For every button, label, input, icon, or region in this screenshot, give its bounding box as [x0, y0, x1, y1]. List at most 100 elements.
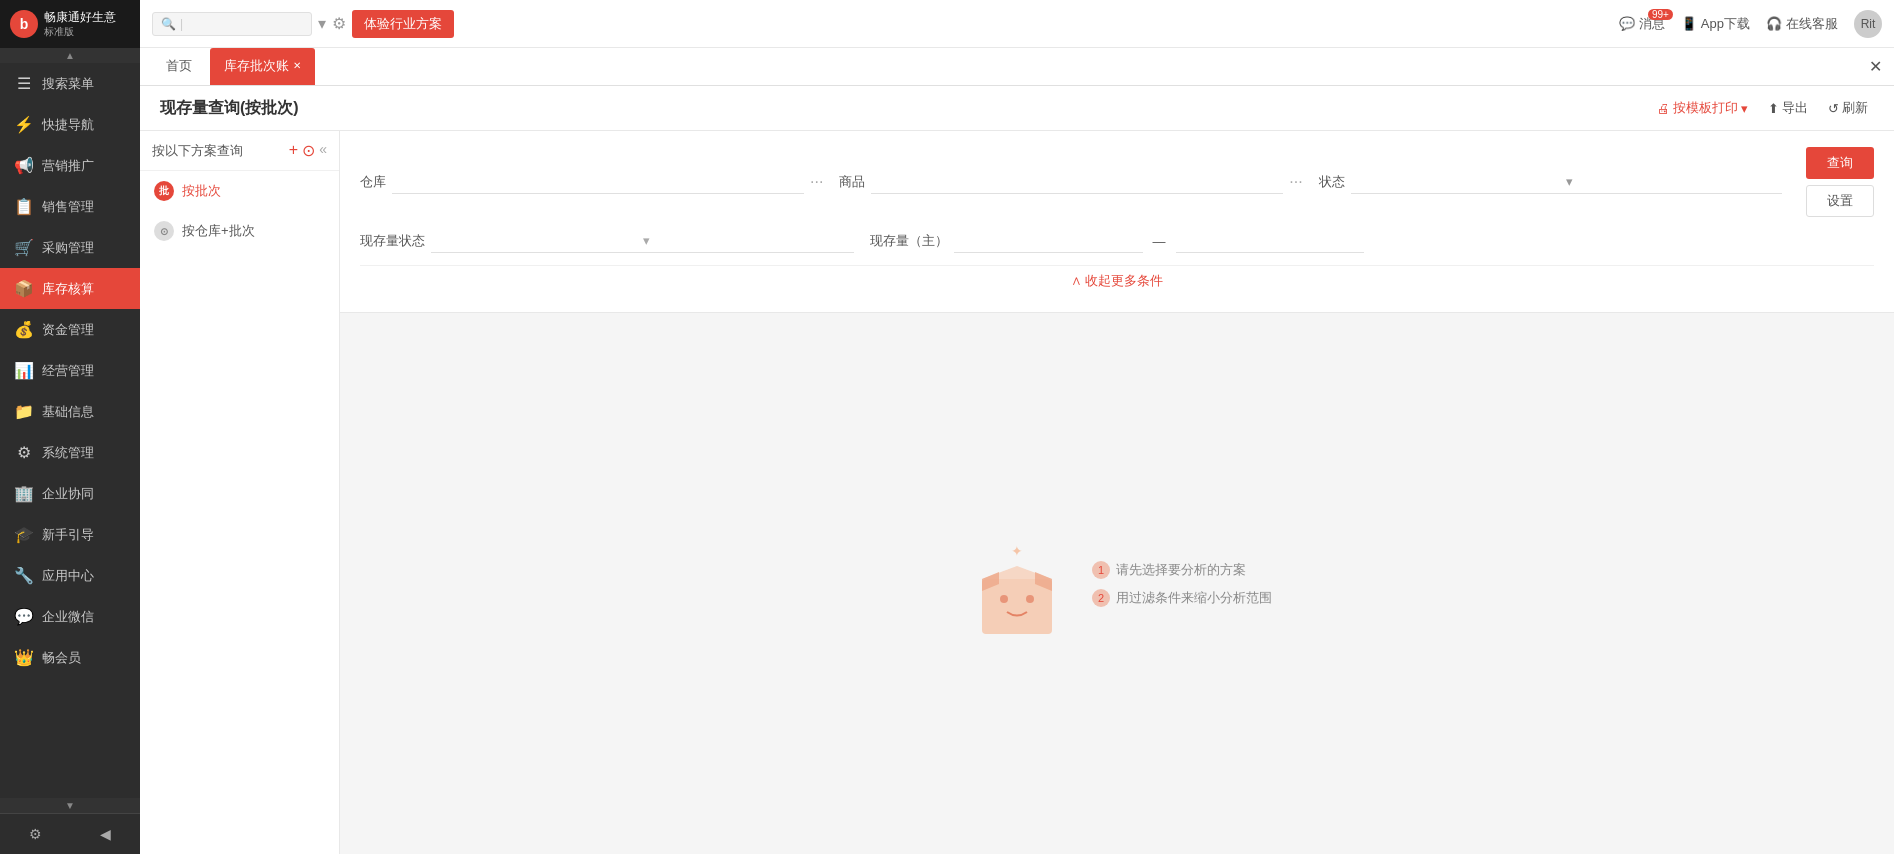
app-download-btn[interactable]: 📱 App下载	[1681, 15, 1750, 33]
topbar-search[interactable]: 🔍 |	[152, 12, 312, 36]
topbar-settings-icon[interactable]: ⚙	[332, 14, 346, 33]
sales-icon: 📋	[14, 197, 34, 216]
inventory-icon: 📦	[14, 279, 34, 298]
refresh-btn[interactable]: ↺ 刷新	[1822, 96, 1874, 120]
tab-inventory-batch[interactable]: 库存批次账 ✕	[210, 48, 315, 85]
right-panel: 仓库 ··· 商品 ··· 状态	[340, 131, 1894, 854]
sidebar-item-basic[interactable]: 📁 基础信息	[0, 391, 140, 432]
topbar: 🔍 | ▾ ⚙ 体验行业方案 💬 消息 99+ 📱 App下载 🎧 在线客服	[140, 0, 1894, 48]
headset-icon: 🎧	[1766, 16, 1782, 31]
svg-point-4	[1000, 595, 1008, 603]
scheme-icon-wb: ⊙	[154, 221, 174, 241]
tab-close-icon[interactable]: ✕	[293, 60, 301, 71]
sidebar-item-operations[interactable]: 📊 经营管理	[0, 350, 140, 391]
sidebar-item-enterprise[interactable]: 🏢 企业协同	[0, 473, 140, 514]
operations-icon: 📊	[14, 361, 34, 380]
panel-header: 按以下方案查询 + ⊙ «	[140, 131, 339, 171]
print-icon: 🖨	[1657, 101, 1670, 116]
export-btn[interactable]: ⬆ 导出	[1762, 96, 1814, 120]
svg-point-5	[1026, 595, 1034, 603]
sidebar-bottom: ⚙ ◀	[0, 813, 140, 854]
sidebar-nav: ☰ 搜索菜单 ⚡ 快捷导航 📢 营销推广 📋 销售管理 🛒 采购管理 📦 库存核…	[0, 63, 140, 798]
scheme-icon-batch: 批	[154, 181, 174, 201]
avatar: Rit	[1854, 10, 1882, 38]
left-panel: 按以下方案查询 + ⊙ « 批 按批次 ⊙ 按仓库+批次	[140, 131, 340, 854]
collapse-icon: ∧	[1071, 273, 1082, 288]
collapse-filters-btn[interactable]: ∧ 收起更多条件	[360, 265, 1874, 296]
scheme-item-warehouse-batch[interactable]: ⊙ 按仓库+批次	[140, 211, 339, 251]
empty-hint-1: 1 请先选择要分析的方案	[1092, 561, 1272, 579]
sidebar: b 畅康通好生意 标准版 ▲ ☰ 搜索菜单 ⚡ 快捷导航 📢 营销推广 📋 销售…	[0, 0, 140, 854]
sidebar-item-system[interactable]: ⚙ 系统管理	[0, 432, 140, 473]
sidebar-item-wechat[interactable]: 💬 企业微信	[0, 596, 140, 637]
scroll-down[interactable]: ▼	[0, 798, 140, 813]
search-nav-icon: ☰	[14, 74, 34, 93]
scroll-up[interactable]: ▲	[0, 48, 140, 63]
sidebar-item-purchase[interactable]: 🛒 采购管理	[0, 227, 140, 268]
status-arrow-icon: ▾	[1566, 174, 1776, 189]
refresh-icon: ↺	[1828, 101, 1839, 116]
print-dropdown-icon: ▾	[1741, 101, 1748, 116]
status-dropdown[interactable]: ▾	[1351, 170, 1782, 194]
sidebar-item-marketing[interactable]: 📢 营销推广	[0, 145, 140, 186]
empty-svg: ✦	[962, 534, 1072, 644]
filter-warehouse: 仓库 ···	[360, 170, 823, 194]
close-tab-btn[interactable]: ✕	[1869, 57, 1882, 76]
settings-btn[interactable]: 设置	[1806, 185, 1874, 217]
user-avatar[interactable]: Rit	[1854, 10, 1882, 38]
product-input[interactable]	[871, 170, 1283, 194]
enterprise-icon: 🏢	[14, 484, 34, 503]
panel-collapse-btn[interactable]: «	[319, 141, 327, 160]
sidebar-header: b 畅康通好生意 标准版	[0, 0, 140, 48]
empty-illustration: ✦	[962, 534, 1062, 634]
page-title: 现存量查询(按批次)	[160, 98, 299, 119]
add-scheme-btn[interactable]: +	[289, 141, 298, 160]
sidebar-item-search[interactable]: ☰ 搜索菜单	[0, 63, 140, 104]
sidebar-item-inventory[interactable]: 📦 库存核算	[0, 268, 140, 309]
sidebar-item-newguide[interactable]: 🎓 新手引导	[0, 514, 140, 555]
topbar-dropdown-icon[interactable]: ▾	[318, 14, 326, 33]
sidebar-item-member[interactable]: 👑 畅会员	[0, 637, 140, 678]
sidebar-item-quicknav[interactable]: ⚡ 快捷导航	[0, 104, 140, 145]
content-body: 按以下方案查询 + ⊙ « 批 按批次 ⊙ 按仓库+批次	[140, 131, 1894, 854]
warehouse-input[interactable]	[392, 170, 804, 194]
search-icon: 🔍	[161, 17, 176, 31]
sidebar-item-finance[interactable]: 💰 资金管理	[0, 309, 140, 350]
topbar-right: 💬 消息 99+ 📱 App下载 🎧 在线客服 Rit	[1619, 10, 1882, 38]
empty-hints: 1 请先选择要分析的方案 2 用过滤条件来缩小分析范围	[1092, 561, 1272, 607]
scheme-settings-icon: ⊙	[302, 141, 315, 160]
app-logo: b	[10, 10, 38, 38]
tab-home[interactable]: 首页	[152, 48, 206, 85]
scheme-item-batch[interactable]: 批 按批次	[140, 171, 339, 211]
svg-text:✦: ✦	[1011, 543, 1023, 559]
tab-close-panel: ✕	[1869, 57, 1882, 76]
content-area: 现存量查询(按批次) 🖨 按模板打印 ▾ ⬆ 导出 ↺ 刷新	[140, 86, 1894, 854]
inventory-min-input[interactable]	[954, 229, 1143, 253]
system-icon: ⚙	[14, 443, 34, 462]
messages-btn[interactable]: 💬 消息 99+	[1619, 15, 1665, 33]
page-actions: 🖨 按模板打印 ▾ ⬆ 导出 ↺ 刷新	[1651, 96, 1874, 120]
tabbar: 首页 库存批次账 ✕ ✕	[140, 48, 1894, 86]
member-icon: 👑	[14, 648, 34, 667]
filter-area: 仓库 ··· 商品 ··· 状态	[340, 131, 1894, 313]
sidebar-settings-btn[interactable]: ⚙	[21, 822, 50, 846]
action-buttons: 查询 设置	[1806, 147, 1874, 217]
print-btn[interactable]: 🖨 按模板打印 ▾	[1651, 96, 1754, 120]
customer-service-btn[interactable]: 🎧 在线客服	[1766, 15, 1838, 33]
inventory-max-input[interactable]	[1176, 229, 1365, 253]
trial-btn[interactable]: 体验行业方案	[352, 10, 454, 38]
query-btn[interactable]: 查询	[1806, 147, 1874, 179]
sidebar-item-appcenter[interactable]: 🔧 应用中心	[0, 555, 140, 596]
appcenter-icon: 🔧	[14, 566, 34, 585]
inventory-status-dropdown[interactable]: ▾	[431, 229, 854, 253]
warehouse-more-btn[interactable]: ···	[810, 173, 823, 191]
marketing-icon: 📢	[14, 156, 34, 175]
product-more-btn[interactable]: ···	[1289, 173, 1302, 191]
svg-rect-0	[982, 579, 1052, 634]
inv-status-arrow-icon: ▾	[643, 233, 849, 248]
empty-state: ✦ 1 请先选择要分析的方案 2 用过滤条件来缩小分析范围	[340, 313, 1894, 854]
filter-inventory-main: 现存量（主） —	[870, 229, 1364, 253]
sidebar-item-sales[interactable]: 📋 销售管理	[0, 186, 140, 227]
sidebar-collapse-btn[interactable]: ◀	[92, 822, 119, 846]
filter-row-2: 现存量状态 ▾ 现存量（主） —	[360, 229, 1874, 253]
